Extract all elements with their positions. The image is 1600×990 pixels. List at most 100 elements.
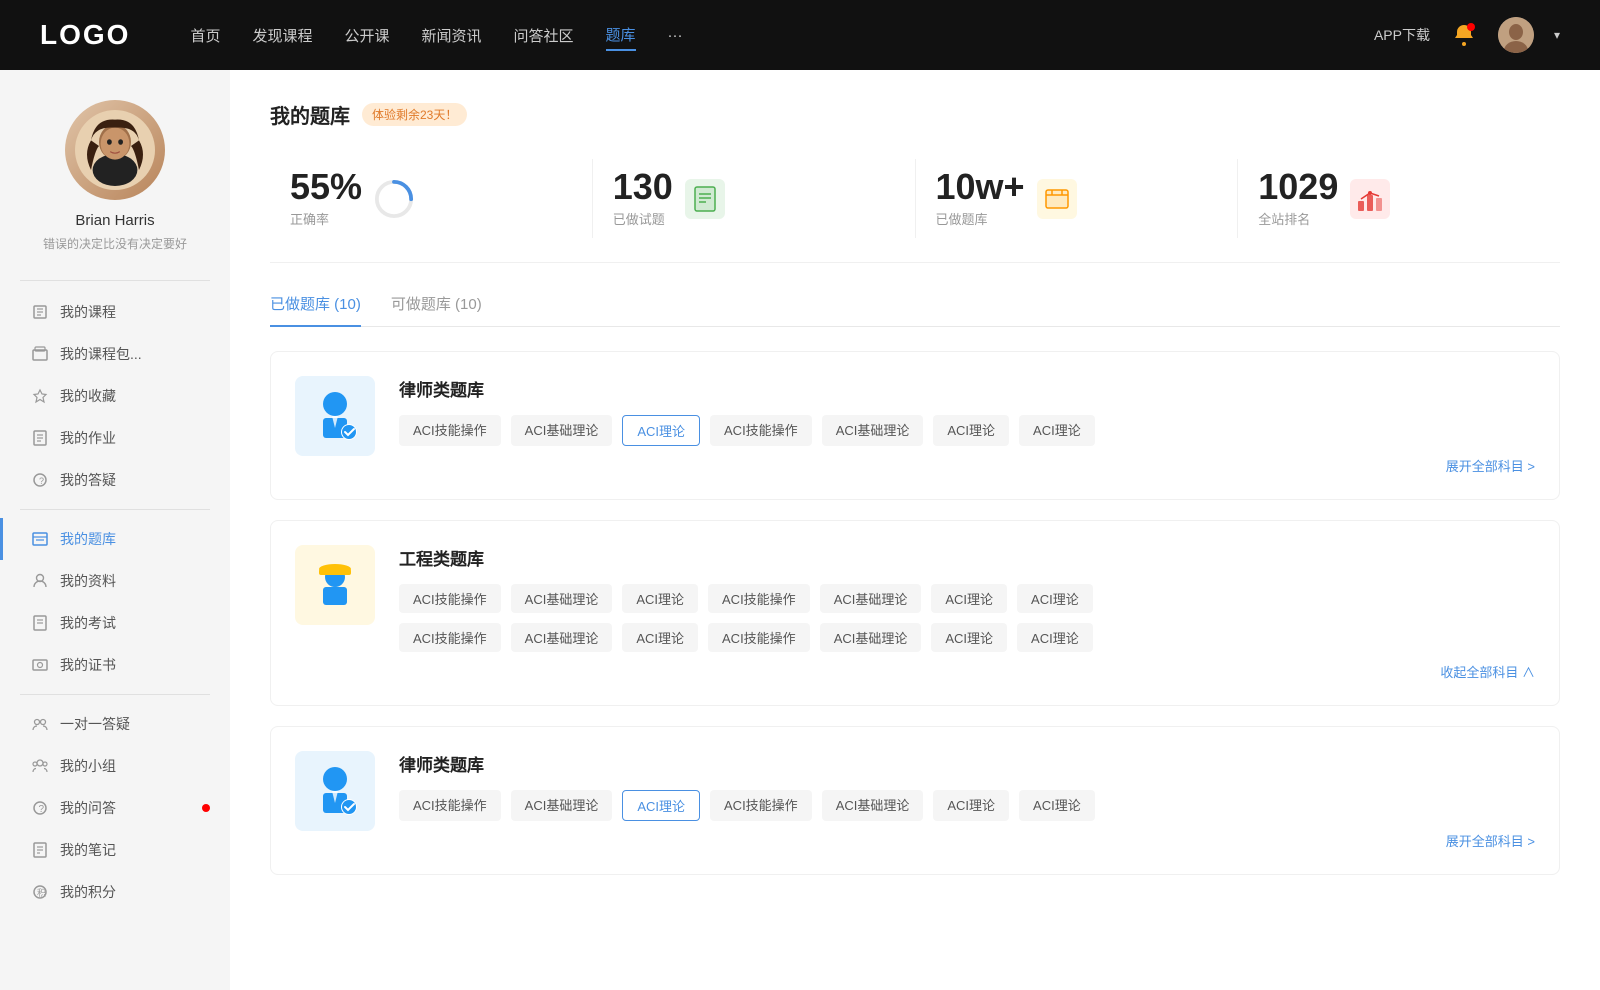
nav-discover[interactable]: 发现课程 xyxy=(252,21,312,50)
bank-card-2: 工程类题库 ACI技能操作 ACI基础理论 ACI理论 ACI技能操作 ACI基… xyxy=(270,520,1560,706)
bank-title-1: 律师类题库 xyxy=(399,376,1535,401)
profile-motto: 错误的决定比没有决定要好 xyxy=(43,235,187,252)
tag-2-8[interactable]: ACI基础理论 xyxy=(511,623,613,652)
tag-1-2[interactable]: ACI理论 xyxy=(622,415,700,446)
sidebar-item-one-on-one[interactable]: 一对一答疑 xyxy=(0,703,230,745)
profile-section: Brian Harris 错误的决定比没有决定要好 xyxy=(0,100,230,272)
nav-open-course[interactable]: 公开课 xyxy=(344,21,389,50)
tag-2-4[interactable]: ACI基础理论 xyxy=(820,584,922,613)
tag-3-1[interactable]: ACI基础理论 xyxy=(511,790,613,821)
sidebar-item-courses[interactable]: 我的课程 xyxy=(0,291,230,333)
my-qa-icon: ? xyxy=(30,798,50,818)
sidebar-item-question-bank[interactable]: 我的题库 xyxy=(0,518,230,560)
sidebar-item-certificates[interactable]: 我的证书 xyxy=(0,644,230,686)
tag-1-1[interactable]: ACI基础理论 xyxy=(511,415,613,446)
tag-2-13[interactable]: ACI理论 xyxy=(1017,623,1093,652)
user-avatar[interactable] xyxy=(1498,17,1534,53)
sidebar-item-groups[interactable]: 我的小组 xyxy=(0,745,230,787)
sidebar-item-points[interactable]: 积 我的积分 xyxy=(0,871,230,913)
groups-label: 我的小组 xyxy=(60,756,116,776)
sidebar-item-favorites[interactable]: 我的收藏 xyxy=(0,375,230,417)
expand-link-3[interactable]: 展开全部科目 > xyxy=(399,831,1535,850)
tag-2-10[interactable]: ACI技能操作 xyxy=(708,623,810,652)
nav-more[interactable]: ··· xyxy=(668,23,683,48)
sidebar-menu: 我的课程 我的课程包... 我的收藏 我的作业 xyxy=(0,291,230,913)
packages-icon xyxy=(30,344,50,364)
sidebar-item-notes[interactable]: 我的笔记 xyxy=(0,829,230,871)
stat-done-banks-value: 10w+ xyxy=(936,169,1025,205)
tag-1-0[interactable]: ACI技能操作 xyxy=(399,415,501,446)
tag-3-5[interactable]: ACI理论 xyxy=(933,790,1009,821)
certificates-icon xyxy=(30,655,50,675)
bank-title-2: 工程类题库 xyxy=(399,545,1535,570)
collapse-link-2[interactable]: 收起全部科目 ∧ xyxy=(399,662,1535,681)
points-label: 我的积分 xyxy=(60,882,116,902)
header-right: APP下载 ▾ xyxy=(1374,17,1560,53)
sidebar-item-profile[interactable]: 我的资料 xyxy=(0,560,230,602)
tag-1-6[interactable]: ACI理论 xyxy=(1019,415,1095,446)
main-layout: Brian Harris 错误的决定比没有决定要好 我的课程 我的课程包... xyxy=(0,0,1600,990)
tag-1-5[interactable]: ACI理论 xyxy=(933,415,1009,446)
tag-3-6[interactable]: ACI理论 xyxy=(1019,790,1095,821)
tags-row-2a: ACI技能操作 ACI基础理论 ACI理论 ACI技能操作 ACI基础理论 AC… xyxy=(399,584,1535,613)
qa-label: 我的答疑 xyxy=(60,470,116,490)
homework-label: 我的作业 xyxy=(60,428,116,448)
stat-done-questions: 130 已做试题 xyxy=(593,159,916,238)
tab-done[interactable]: 已做题库 (10) xyxy=(270,293,361,326)
nav-home[interactable]: 首页 xyxy=(190,21,220,50)
menu-divider-top xyxy=(20,280,210,281)
expand-link-1[interactable]: 展开全部科目 > xyxy=(399,456,1535,475)
tag-2-6[interactable]: ACI理论 xyxy=(1017,584,1093,613)
stat-done-questions-label: 已做试题 xyxy=(613,209,673,228)
tag-3-3[interactable]: ACI技能操作 xyxy=(710,790,812,821)
tag-2-5[interactable]: ACI理论 xyxy=(931,584,1007,613)
sidebar-item-my-qa[interactable]: ? 我的问答 xyxy=(0,787,230,829)
favorites-icon xyxy=(30,386,50,406)
bank-icon-2 xyxy=(295,545,375,625)
favorites-label: 我的收藏 xyxy=(60,386,116,406)
tags-row-2b: ACI技能操作 ACI基础理论 ACI理论 ACI技能操作 ACI基础理论 AC… xyxy=(399,623,1535,652)
tag-2-7[interactable]: ACI技能操作 xyxy=(399,623,501,652)
tag-2-12[interactable]: ACI理论 xyxy=(931,623,1007,652)
svg-text:?: ? xyxy=(39,476,44,486)
stats-row: 55% 正确率 130 已做试题 xyxy=(270,159,1560,263)
menu-divider-2 xyxy=(20,694,210,695)
nav-qa[interactable]: 问答社区 xyxy=(514,21,574,50)
tag-1-4[interactable]: ACI基础理论 xyxy=(822,415,924,446)
stat-done-questions-value: 130 xyxy=(613,169,673,205)
bank-content-2: 工程类题库 ACI技能操作 ACI基础理论 ACI理论 ACI技能操作 ACI基… xyxy=(399,545,1535,681)
sidebar-item-packages[interactable]: 我的课程包... xyxy=(0,333,230,375)
app-download-button[interactable]: APP下载 xyxy=(1374,25,1430,45)
sidebar-item-homework[interactable]: 我的作业 xyxy=(0,417,230,459)
tag-2-9[interactable]: ACI理论 xyxy=(622,623,698,652)
tag-1-3[interactable]: ACI技能操作 xyxy=(710,415,812,446)
tags-row-1: ACI技能操作 ACI基础理论 ACI理论 ACI技能操作 ACI基础理论 AC… xyxy=(399,415,1535,446)
stat-correctness-value: 55% xyxy=(290,169,362,205)
bank-content-1: 律师类题库 ACI技能操作 ACI基础理论 ACI理论 ACI技能操作 ACI基… xyxy=(399,376,1535,475)
tag-2-2[interactable]: ACI理论 xyxy=(622,584,698,613)
tab-available[interactable]: 可做题库 (10) xyxy=(391,293,482,326)
tag-2-1[interactable]: ACI基础理论 xyxy=(511,584,613,613)
sidebar: Brian Harris 错误的决定比没有决定要好 我的课程 我的课程包... xyxy=(0,70,230,990)
sidebar-item-qa[interactable]: ? 我的答疑 xyxy=(0,459,230,501)
logo[interactable]: LOGO xyxy=(40,19,130,51)
notes-label: 我的笔记 xyxy=(60,840,116,860)
sidebar-item-exams[interactable]: 我的考试 xyxy=(0,602,230,644)
tag-2-0[interactable]: ACI技能操作 xyxy=(399,584,501,613)
tag-3-4[interactable]: ACI基础理论 xyxy=(822,790,924,821)
main-content: 我的题库 体验剩余23天！ 55% 正确率 xyxy=(230,70,1600,990)
question-bank-label: 我的题库 xyxy=(60,529,116,549)
menu-divider-1 xyxy=(20,509,210,510)
tag-3-2[interactable]: ACI理论 xyxy=(622,790,700,821)
nav-news[interactable]: 新闻资讯 xyxy=(422,21,482,50)
tag-3-0[interactable]: ACI技能操作 xyxy=(399,790,501,821)
correctness-icon xyxy=(374,179,414,219)
stat-rank: 1029 全站排名 xyxy=(1238,159,1560,238)
dropdown-icon[interactable]: ▾ xyxy=(1554,28,1560,42)
groups-icon xyxy=(30,756,50,776)
tag-2-3[interactable]: ACI技能操作 xyxy=(708,584,810,613)
svg-text:积: 积 xyxy=(37,887,46,898)
notification-bell[interactable] xyxy=(1450,21,1478,49)
tag-2-11[interactable]: ACI基础理论 xyxy=(820,623,922,652)
nav-question-bank[interactable]: 题库 xyxy=(606,20,636,51)
